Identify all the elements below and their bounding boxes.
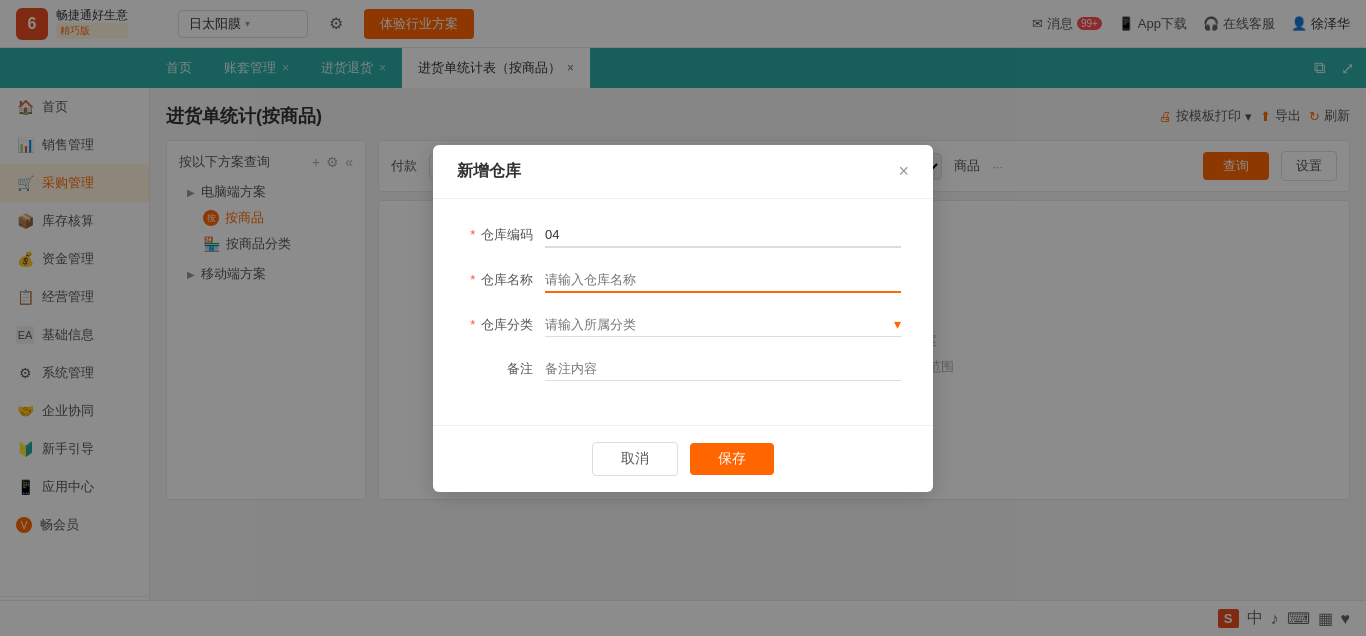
cancel-button[interactable]: 取消 [592, 442, 678, 476]
form-row-name: * 仓库名称 [465, 268, 901, 293]
name-label: * 仓库名称 [465, 271, 545, 289]
form-row-category: * 仓库分类 ▾ [465, 313, 901, 337]
warehouse-name-input[interactable] [545, 268, 901, 293]
modal-close-icon[interactable]: × [898, 161, 909, 182]
form-row-note: 备注 [465, 357, 901, 381]
category-select-wrapper: ▾ [545, 313, 901, 337]
modal-overlay[interactable]: 新增仓库 × * 仓库编码 * 仓库名称 [0, 0, 1366, 636]
save-button[interactable]: 保存 [690, 443, 774, 475]
note-label: 备注 [465, 360, 545, 378]
warehouse-code-input[interactable] [545, 223, 901, 248]
modal-body: * 仓库编码 * 仓库名称 * 仓库分类 [433, 199, 933, 425]
add-warehouse-modal: 新增仓库 × * 仓库编码 * 仓库名称 [433, 145, 933, 492]
modal-header: 新增仓库 × [433, 145, 933, 199]
modal-footer: 取消 保存 [433, 425, 933, 492]
code-label: * 仓库编码 [465, 226, 545, 244]
category-select-input[interactable] [545, 313, 894, 336]
category-label: * 仓库分类 [465, 316, 545, 334]
form-row-code: * 仓库编码 [465, 223, 901, 248]
modal-title: 新增仓库 [457, 161, 521, 182]
chevron-down-icon[interactable]: ▾ [894, 316, 901, 332]
note-input[interactable] [545, 357, 901, 381]
